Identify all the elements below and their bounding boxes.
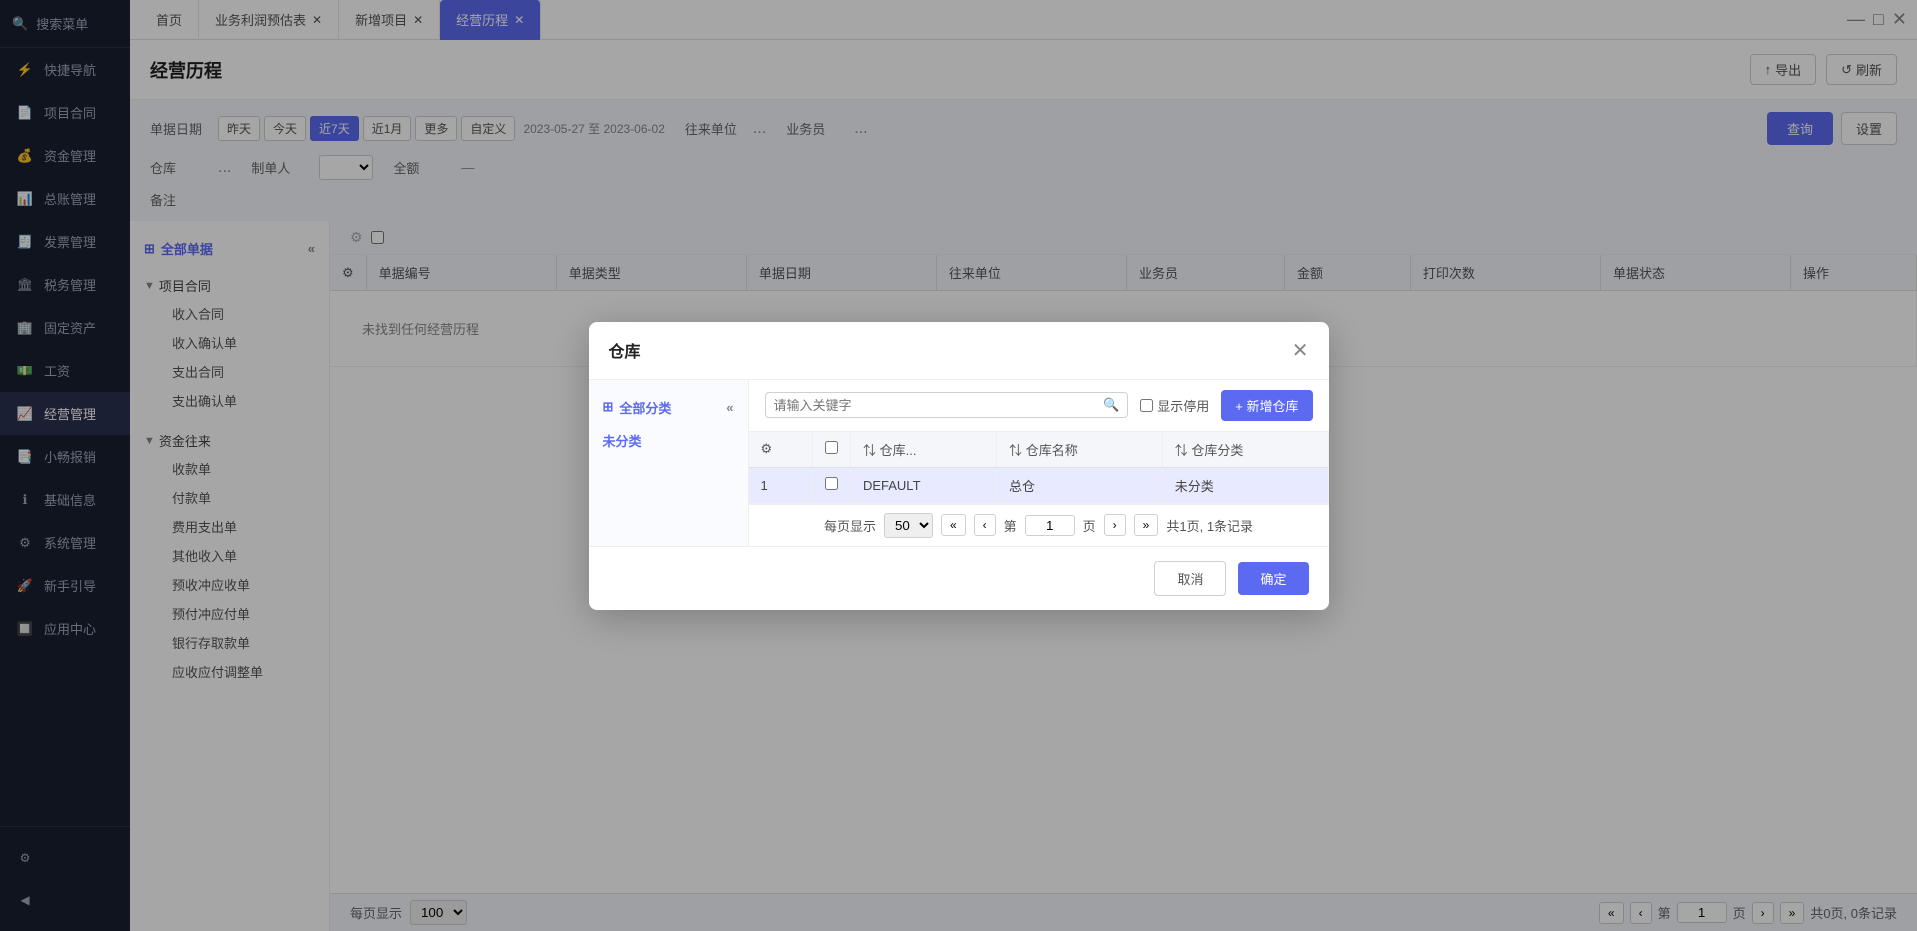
row-name-cell: 总仓 <box>997 467 1163 503</box>
modal-per-page-select[interactable]: 50 <box>884 513 933 538</box>
cancel-button[interactable]: 取消 <box>1154 561 1226 596</box>
modal-last-btn[interactable]: » <box>1134 514 1159 536</box>
col-label: 仓库名称 <box>1026 443 1078 458</box>
add-warehouse-button[interactable]: + 新增仓库 <box>1221 390 1312 421</box>
col-label: 仓库分类 <box>1191 443 1243 458</box>
modal-th-gear[interactable]: ⚙ <box>749 432 813 468</box>
modal-all-label: 全部分类 <box>619 398 671 417</box>
modal-table: ⚙ ⇅ 仓库... ⇅ 仓库名称 <box>749 432 1329 504</box>
row-code-cell: DEFAULT <box>850 467 996 503</box>
sort-icon: ⇅ <box>1175 443 1188 458</box>
modal-overlay: 仓库 ✕ ⊞ 全部分类 « 未分类 🔍 <box>0 0 1917 931</box>
modal-search-box[interactable]: 🔍 <box>765 392 1129 418</box>
modal-table-area: ⚙ ⇅ 仓库... ⇅ 仓库名称 <box>749 432 1329 504</box>
gear-icon: ⚙ <box>761 441 773 456</box>
modal-page-end: 页 <box>1083 516 1096 535</box>
sort-icon: ⇅ <box>863 443 876 458</box>
modal-search-input[interactable] <box>774 398 1098 413</box>
row-checkbox[interactable] <box>825 477 838 490</box>
modal-search-icon: 🔍 <box>1103 397 1119 413</box>
modal-pagination: 每页显示 50 « ‹ 第 页 › » 共1页, 1条记录 <box>749 504 1329 546</box>
modal-body: ⊞ 全部分类 « 未分类 🔍 显示停用 + 新增仓库 <box>589 380 1329 546</box>
warehouse-modal: 仓库 ✕ ⊞ 全部分类 « 未分类 🔍 <box>589 322 1329 610</box>
modal-left-header[interactable]: ⊞ 全部分类 « <box>589 392 748 423</box>
row-check-cell[interactable] <box>812 467 850 503</box>
modal-per-page-label: 每页显示 <box>824 516 876 535</box>
modal-th-name[interactable]: ⇅ 仓库名称 <box>997 432 1163 468</box>
modal-th-category[interactable]: ⇅ 仓库分类 <box>1162 432 1328 468</box>
confirm-button[interactable]: 确定 <box>1238 562 1308 595</box>
modal-title: 仓库 <box>609 338 641 362</box>
col-label: 仓库... <box>880 443 917 458</box>
modal-toolbar: 🔍 显示停用 + 新增仓库 <box>749 380 1329 432</box>
disabled-checkbox-input[interactable] <box>1140 399 1153 412</box>
sort-icon: ⇅ <box>1009 443 1022 458</box>
modal-footer: 取消 确定 <box>589 546 1329 610</box>
modal-collapse-icon[interactable]: « <box>726 400 733 415</box>
modal-header: 仓库 ✕ <box>589 322 1329 380</box>
modal-uncategorized-item[interactable]: 未分类 <box>589 423 748 458</box>
modal-th-check <box>812 432 850 468</box>
modal-grid-icon: ⊞ <box>603 399 614 415</box>
modal-prev-btn[interactable]: ‹ <box>974 514 996 536</box>
modal-th-code[interactable]: ⇅ 仓库... <box>850 432 996 468</box>
show-disabled-checkbox[interactable]: 显示停用 <box>1140 396 1209 415</box>
table-row[interactable]: 1 DEFAULT 总仓 未分类 <box>749 467 1329 503</box>
modal-header-row: ⚙ ⇅ 仓库... ⇅ 仓库名称 <box>749 432 1329 468</box>
modal-first-btn[interactable]: « <box>941 514 966 536</box>
row-id-cell: 1 <box>749 467 813 503</box>
modal-right-panel: 🔍 显示停用 + 新增仓库 ⚙ <box>749 380 1329 546</box>
row-category-cell: 未分类 <box>1162 467 1328 503</box>
show-disabled-label: 显示停用 <box>1157 396 1209 415</box>
modal-close-btn[interactable]: ✕ <box>1292 338 1309 363</box>
modal-page-input[interactable] <box>1025 515 1075 536</box>
modal-next-btn[interactable]: › <box>1104 514 1126 536</box>
modal-select-all[interactable] <box>825 441 838 454</box>
modal-total-info: 共1页, 1条记录 <box>1166 516 1253 535</box>
modal-page-label: 第 <box>1004 516 1017 535</box>
modal-left-panel: ⊞ 全部分类 « 未分类 <box>589 380 749 546</box>
